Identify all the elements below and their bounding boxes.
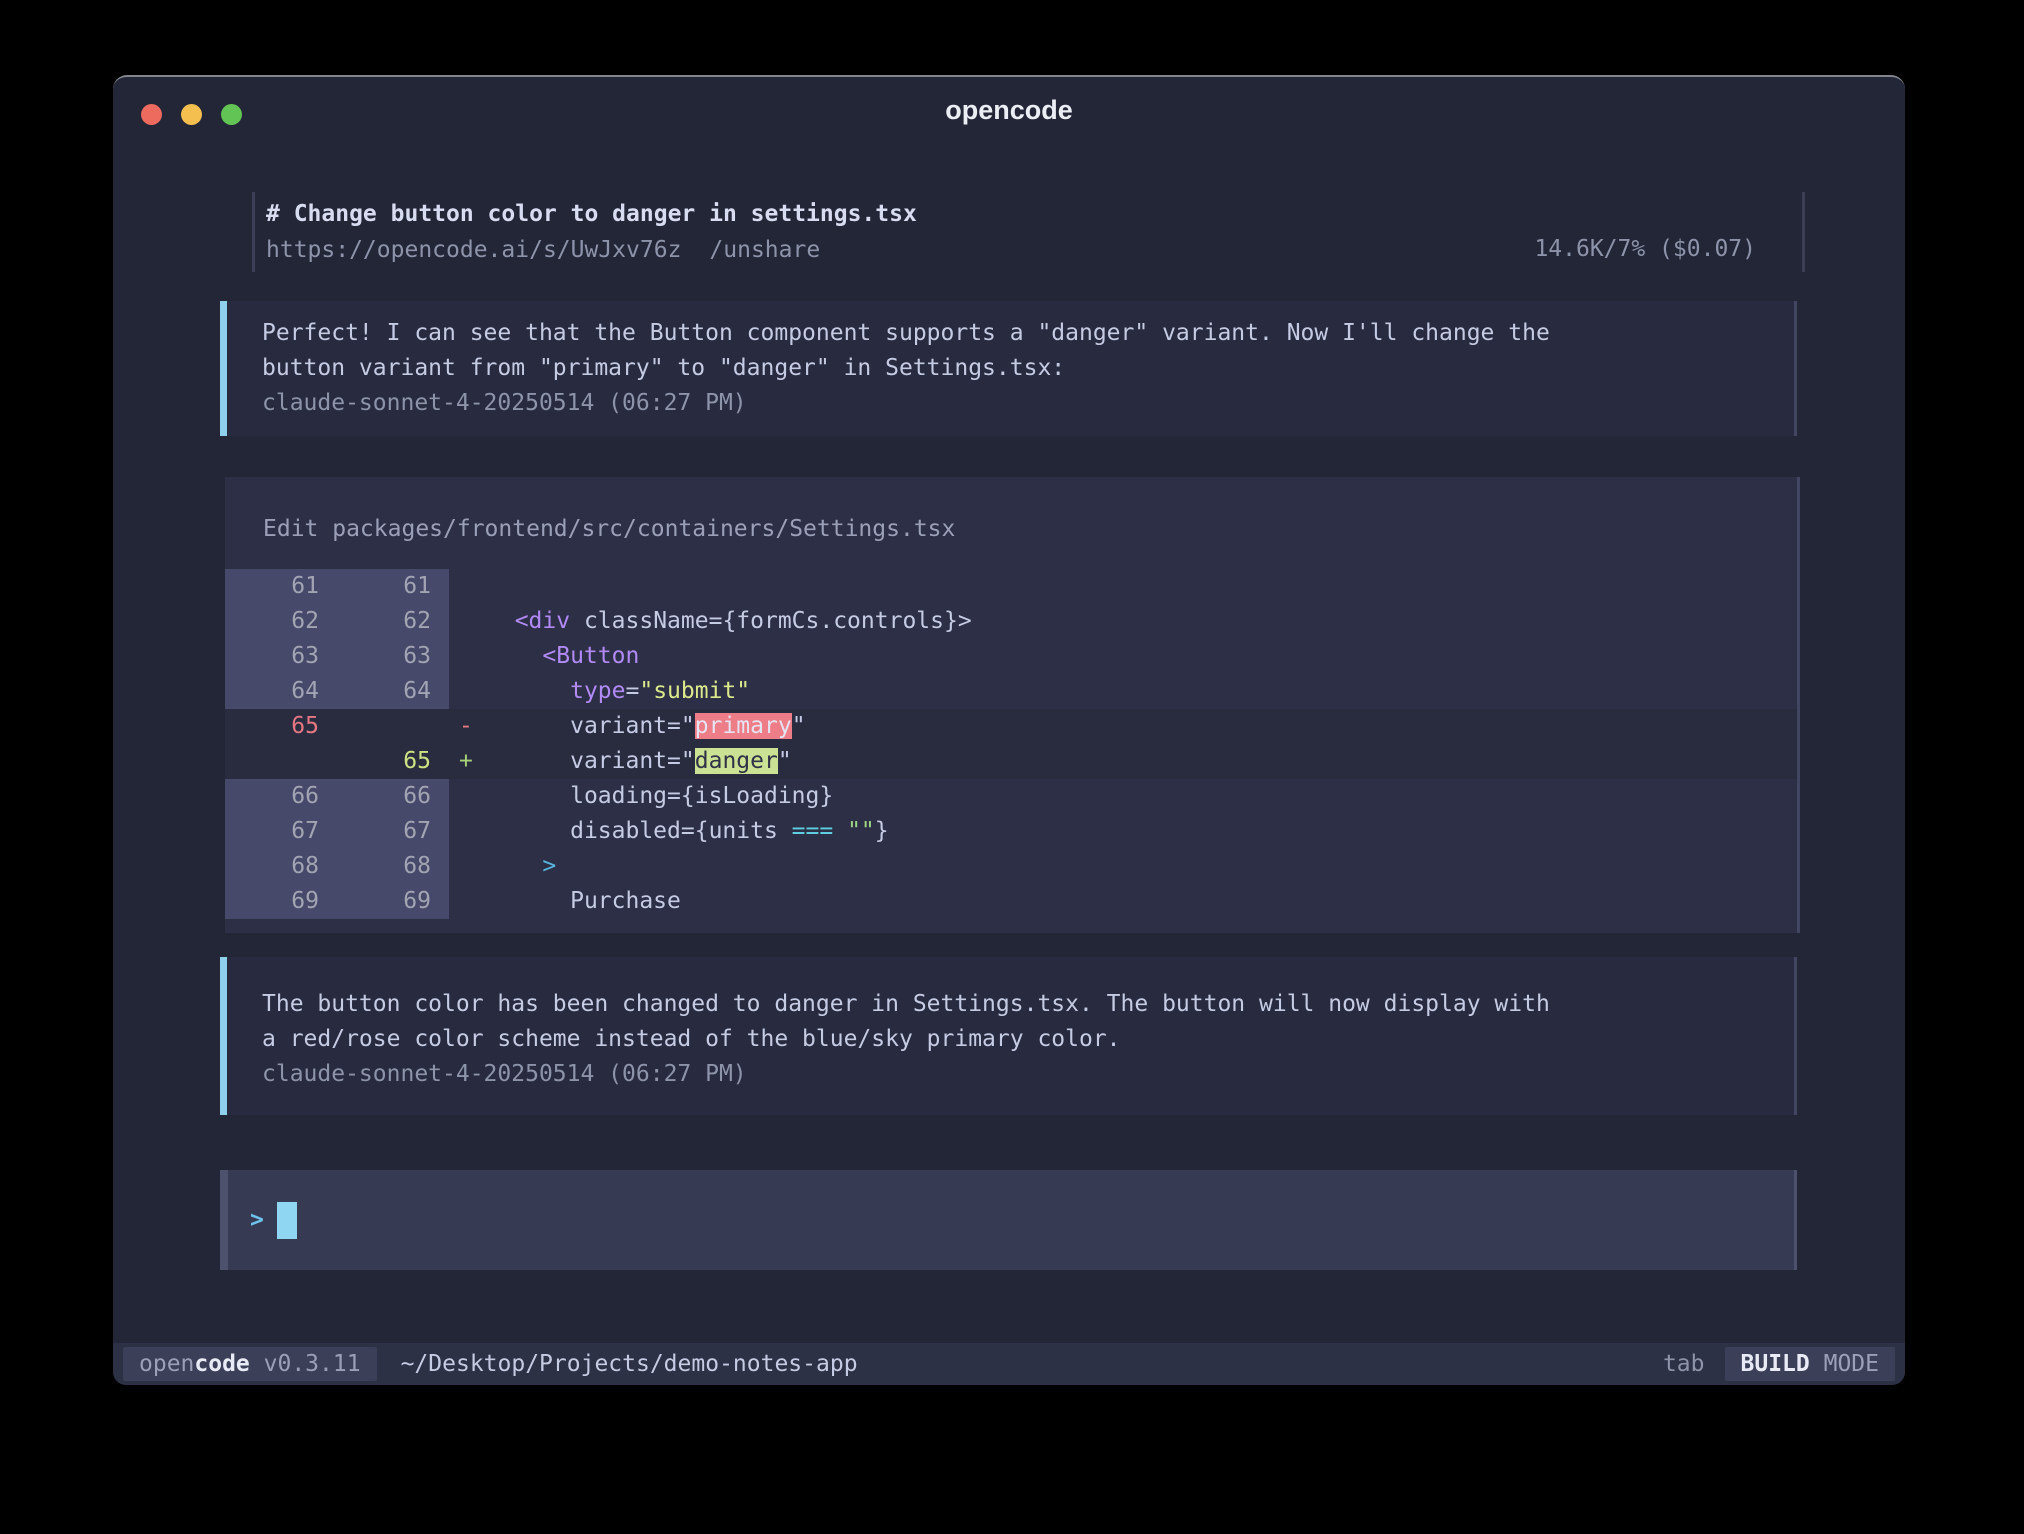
new-line-number: 69 bbox=[337, 884, 449, 919]
app-version-chip: opencode v0.3.11 bbox=[123, 1347, 377, 1381]
new-line-number bbox=[337, 709, 449, 744]
token-usage: 14.6K/7% ($0.07) bbox=[1534, 236, 1756, 262]
diff-code-line: Purchase bbox=[487, 884, 1797, 919]
diff-code-line: disabled={units === ""} bbox=[487, 814, 1797, 849]
diff-marker: + bbox=[449, 744, 487, 779]
old-line-number: 69 bbox=[225, 884, 337, 919]
diff-marker bbox=[449, 884, 487, 919]
diff-row: 6666 loading={isLoading} bbox=[225, 779, 1797, 814]
session-header: # Change button color to danger in setti… bbox=[252, 192, 1805, 272]
message-line: button variant from "primary" to "danger… bbox=[262, 351, 1784, 386]
diff-code-line: <div className={formCs.controls}> bbox=[487, 604, 1797, 639]
diff-marker bbox=[449, 639, 487, 674]
close-button[interactable] bbox=[141, 104, 162, 125]
new-line-number: 67 bbox=[337, 814, 449, 849]
mode-name-bold: BUILD bbox=[1741, 1351, 1810, 1377]
message-meta: claude-sonnet-4-20250514 (06:27 PM) bbox=[262, 1057, 1784, 1092]
old-line-number: 68 bbox=[225, 849, 337, 884]
diff-row: 6363 <Button bbox=[225, 639, 1797, 674]
diff-row: 65 - variant="primary" bbox=[225, 709, 1797, 744]
diff-code-line: > bbox=[487, 849, 1797, 884]
diff-code-line: variant="danger" bbox=[487, 744, 1797, 779]
diff-row: 6969 Purchase bbox=[225, 884, 1797, 919]
old-line-number bbox=[225, 744, 337, 779]
mode-chip: BUILD MODE bbox=[1725, 1347, 1896, 1381]
prompt-caret: > bbox=[250, 1207, 264, 1233]
new-line-number: 62 bbox=[337, 604, 449, 639]
diff-code-line bbox=[487, 569, 1797, 604]
status-bar: opencode v0.3.11 ~/Desktop/Projects/demo… bbox=[113, 1343, 1905, 1385]
app-name-bold: code bbox=[194, 1351, 249, 1377]
desktop: { "window": { "title": "opencode" }, "he… bbox=[0, 0, 2024, 1534]
new-line-number: 65 bbox=[337, 744, 449, 779]
diff-code-line: loading={isLoading} bbox=[487, 779, 1797, 814]
app-version: v0.3.11 bbox=[264, 1351, 361, 1377]
edit-tool-title: Edit packages/frontend/src/containers/Se… bbox=[225, 477, 1797, 569]
diff-marker bbox=[449, 569, 487, 604]
unshare-command: /unshare bbox=[709, 237, 820, 263]
old-line-number: 65 bbox=[225, 709, 337, 744]
opencode-window: opencode # Change button color to danger… bbox=[113, 75, 1905, 1385]
old-line-number: 67 bbox=[225, 814, 337, 849]
old-line-number: 66 bbox=[225, 779, 337, 814]
share-url-link[interactable]: https://opencode.ai/s/UwJxv76z bbox=[266, 237, 681, 263]
prompt-input[interactable]: > bbox=[220, 1170, 1797, 1270]
window-title: opencode bbox=[945, 95, 1073, 126]
new-line-number: 68 bbox=[337, 849, 449, 884]
diff-marker bbox=[449, 604, 487, 639]
diff-code-line: <Button bbox=[487, 639, 1797, 674]
new-line-number: 61 bbox=[337, 569, 449, 604]
old-line-number: 62 bbox=[225, 604, 337, 639]
new-line-number: 66 bbox=[337, 779, 449, 814]
diff-code-line: variant="primary" bbox=[487, 709, 1797, 744]
new-line-number: 63 bbox=[337, 639, 449, 674]
assistant-message: The button color has been changed to dan… bbox=[220, 957, 1797, 1115]
diff-row: 6161 bbox=[225, 569, 1797, 604]
diff-marker bbox=[449, 779, 487, 814]
diff-view: 61616262 <div className={formCs.controls… bbox=[225, 569, 1797, 919]
message-meta: claude-sonnet-4-20250514 (06:27 PM) bbox=[262, 386, 1784, 421]
maximize-button[interactable] bbox=[221, 104, 242, 125]
mode-name-regular: MODE bbox=[1824, 1351, 1879, 1377]
traffic-lights bbox=[141, 104, 242, 125]
diff-row: 6767 disabled={units === ""} bbox=[225, 814, 1797, 849]
message-line: Perfect! I can see that the Button compo… bbox=[262, 316, 1784, 351]
edit-tool-panel: Edit packages/frontend/src/containers/Se… bbox=[225, 477, 1800, 933]
text-cursor bbox=[277, 1202, 297, 1239]
diff-marker: - bbox=[449, 709, 487, 744]
session-title: # Change button color to danger in setti… bbox=[266, 196, 1802, 232]
minimize-button[interactable] bbox=[181, 104, 202, 125]
diff-marker bbox=[449, 674, 487, 709]
message-line: a red/rose color scheme instead of the b… bbox=[262, 1022, 1784, 1057]
message-line: The button color has been changed to dan… bbox=[262, 987, 1784, 1022]
diff-row: 6868 > bbox=[225, 849, 1797, 884]
assistant-message: Perfect! I can see that the Button compo… bbox=[220, 301, 1797, 436]
titlebar: opencode bbox=[113, 77, 1905, 143]
diff-row: 6262 <div className={formCs.controls}> bbox=[225, 604, 1797, 639]
diff-code-line: type="submit" bbox=[487, 674, 1797, 709]
diff-marker bbox=[449, 849, 487, 884]
diff-row: 65+ variant="danger" bbox=[225, 744, 1797, 779]
app-name-regular: open bbox=[139, 1351, 194, 1377]
diff-row: 6464 type="submit" bbox=[225, 674, 1797, 709]
old-line-number: 64 bbox=[225, 674, 337, 709]
old-line-number: 63 bbox=[225, 639, 337, 674]
old-line-number: 61 bbox=[225, 569, 337, 604]
tab-key-hint: tab bbox=[1663, 1351, 1705, 1377]
working-directory: ~/Desktop/Projects/demo-notes-app bbox=[401, 1351, 858, 1377]
new-line-number: 64 bbox=[337, 674, 449, 709]
diff-marker bbox=[449, 814, 487, 849]
